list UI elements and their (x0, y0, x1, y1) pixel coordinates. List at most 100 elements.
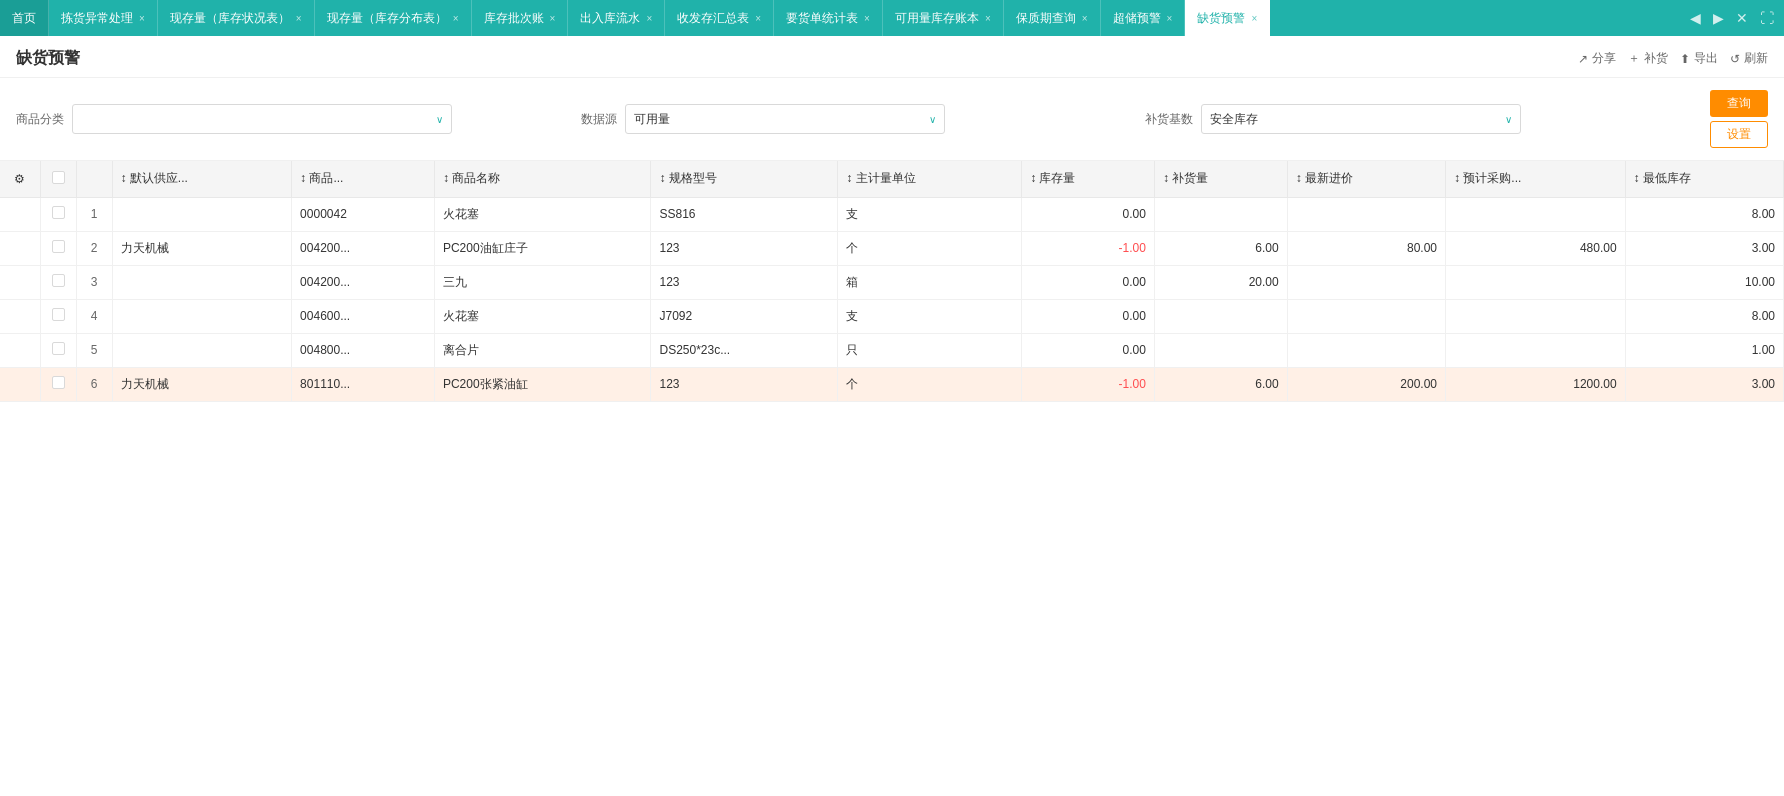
share-button[interactable]: ↗ 分享 (1578, 50, 1616, 67)
tab-avail[interactable]: 可用量库存账本× (883, 0, 1004, 36)
page-header: 缺货预警 ↗ 分享 ＋ 补货 ⬆ 导出 ↺ 刷新 (0, 36, 1784, 78)
tab-close-avail[interactable]: × (985, 13, 991, 24)
tab-shortage[interactable]: 缺货预警 × (1185, 0, 1270, 36)
tab-batch[interactable]: 库存批次账× (472, 0, 569, 36)
tab-close-expire[interactable]: × (1082, 13, 1088, 24)
export-button[interactable]: ⬆ 导出 (1680, 50, 1718, 67)
tab-label-order: 要货单统计表 (786, 10, 858, 27)
datasource-filter-group: 数据源 可用量 ∨ (581, 104, 1130, 134)
restock-base-select[interactable]: 安全库存 ∨ (1201, 104, 1521, 134)
row-product-name-cell: 火花塞 (434, 299, 651, 333)
row-settings-cell (0, 265, 40, 299)
row-checkbox[interactable] (52, 342, 65, 355)
header-actions: ↗ 分享 ＋ 补货 ⬆ 导出 ↺ 刷新 (1578, 50, 1768, 67)
refresh-button[interactable]: ↺ 刷新 (1730, 50, 1768, 67)
row-restock-qty-cell: 6.00 (1154, 231, 1287, 265)
stock-qty-column-header[interactable]: ↕ 库存量 (1022, 161, 1155, 197)
tab-close-pick[interactable]: × (139, 13, 145, 24)
row-checkbox[interactable] (52, 308, 65, 321)
row-stock-qty-cell: 0.00 (1022, 333, 1155, 367)
unit-column-header[interactable]: ↕ 主计量单位 (838, 161, 1022, 197)
settings-column-header[interactable]: ⚙ (0, 161, 40, 197)
row-product-name-cell: PC200油缸庄子 (434, 231, 651, 265)
row-checkbox-cell (40, 197, 76, 231)
tab-close-flow[interactable]: × (646, 13, 652, 24)
tab-label-overstock: 超储预警 (1113, 10, 1161, 27)
row-checkbox[interactable] (52, 240, 65, 253)
row-number-cell: 5 (76, 333, 112, 367)
row-latest-price-cell: 80.00 (1287, 231, 1445, 265)
tab-stock1[interactable]: 现存量（库存状况表）× (158, 0, 315, 36)
table-row[interactable]: 6力天机械801110...PC200张紧油缸123个-1.006.00200.… (0, 367, 1784, 401)
category-filter-group: 商品分类 ∨ (16, 104, 565, 134)
datasource-select[interactable]: 可用量 ∨ (625, 104, 945, 134)
row-restock-qty-cell (1154, 299, 1287, 333)
tab-close-order[interactable]: × (864, 13, 870, 24)
category-select[interactable]: ∨ (72, 104, 452, 134)
table-header-row: ⚙ ↕ 默认供应... ↕ 商品... ↕ 商品名称 (0, 161, 1784, 197)
tab-label-stock2: 现存量（库存分布表） (327, 10, 447, 27)
tab-overstock[interactable]: 超储预警 × (1101, 0, 1186, 36)
supplier-column-header[interactable]: ↕ 默认供应... (112, 161, 292, 197)
restock-qty-column-header[interactable]: ↕ 补货量 (1154, 161, 1287, 197)
row-spec-cell: SS816 (651, 197, 838, 231)
latest-price-column-header[interactable]: ↕ 最新进价 (1287, 161, 1445, 197)
row-number-cell: 3 (76, 265, 112, 299)
row-checkbox-cell (40, 333, 76, 367)
tab-close-stock2[interactable]: × (453, 13, 459, 24)
row-number-cell: 6 (76, 367, 112, 401)
tab-order[interactable]: 要货单统计表 × (774, 0, 883, 36)
table-row[interactable]: 2力天机械004200...PC200油缸庄子123个-1.006.0080.0… (0, 231, 1784, 265)
tab-label-home: 首页 (12, 10, 36, 27)
restock-button[interactable]: ＋ 补货 (1628, 50, 1668, 67)
tab-label-pick: 拣货异常处理 (61, 10, 133, 27)
product-name-column-header[interactable]: ↕ 商品名称 (434, 161, 651, 197)
row-checkbox[interactable] (52, 206, 65, 219)
tab-label-shortage: 缺货预警 (1197, 10, 1245, 27)
row-number-cell: 2 (76, 231, 112, 265)
row-min-stock-cell: 3.00 (1625, 367, 1783, 401)
query-button[interactable]: 查询 (1710, 90, 1768, 117)
tab-home[interactable]: 首页 (0, 0, 49, 36)
row-product-code-cell: 004600... (292, 299, 435, 333)
setting-button[interactable]: 设置 (1710, 121, 1768, 148)
row-latest-price-cell (1287, 197, 1445, 231)
tab-next-button[interactable]: ▶ (1707, 8, 1730, 28)
row-min-stock-cell: 8.00 (1625, 197, 1783, 231)
tab-prev-button[interactable]: ◀ (1684, 8, 1707, 28)
row-checkbox-cell (40, 231, 76, 265)
row-unit-cell: 只 (838, 333, 1022, 367)
row-restock-qty-cell: 20.00 (1154, 265, 1287, 299)
tab-close-stock1[interactable]: × (296, 13, 302, 24)
tab-expire[interactable]: 保质期查询× (1004, 0, 1101, 36)
row-checkbox[interactable] (52, 376, 65, 389)
row-est-purchase-cell: 480.00 (1445, 231, 1625, 265)
row-est-purchase-cell (1445, 333, 1625, 367)
min-stock-column-header[interactable]: ↕ 最低库存 (1625, 161, 1783, 197)
table-row[interactable]: 3004200...三九123箱0.0020.0010.00 (0, 265, 1784, 299)
row-checkbox-cell (40, 367, 76, 401)
tab-close-overstock[interactable]: × (1167, 13, 1173, 24)
tab-summary[interactable]: 收发存汇总表× (665, 0, 774, 36)
tab-close-summary[interactable]: × (755, 13, 761, 24)
product-code-column-header[interactable]: ↕ 商品... (292, 161, 435, 197)
checkbox-column-header[interactable] (40, 161, 76, 197)
tab-close-shortage[interactable]: × (1251, 13, 1257, 24)
datasource-chevron-icon: ∨ (929, 114, 936, 125)
est-purchase-column-header[interactable]: ↕ 预计采购... (1445, 161, 1625, 197)
spec-column-header[interactable]: ↕ 规格型号 (651, 161, 838, 197)
tab-fullscreen-button[interactable]: ⛶ (1754, 8, 1780, 28)
row-checkbox-cell (40, 265, 76, 299)
table-row[interactable]: 4004600...火花塞J7092支0.008.00 (0, 299, 1784, 333)
tab-close-all-button[interactable]: ✕ (1730, 8, 1754, 28)
tab-close-batch[interactable]: × (550, 13, 556, 24)
tab-stock2[interactable]: 现存量（库存分布表） × (315, 0, 472, 36)
select-all-checkbox[interactable] (52, 171, 65, 184)
row-product-code-cell: 0000042 (292, 197, 435, 231)
row-checkbox[interactable] (52, 274, 65, 287)
tab-flow[interactable]: 出入库流水× (568, 0, 665, 36)
refresh-icon: ↺ (1730, 52, 1740, 66)
table-row[interactable]: 10000042火花塞SS816支0.008.00 (0, 197, 1784, 231)
tab-pick[interactable]: 拣货异常处理 × (49, 0, 158, 36)
table-row[interactable]: 5004800...离合片DS250*23c...只0.001.00 (0, 333, 1784, 367)
